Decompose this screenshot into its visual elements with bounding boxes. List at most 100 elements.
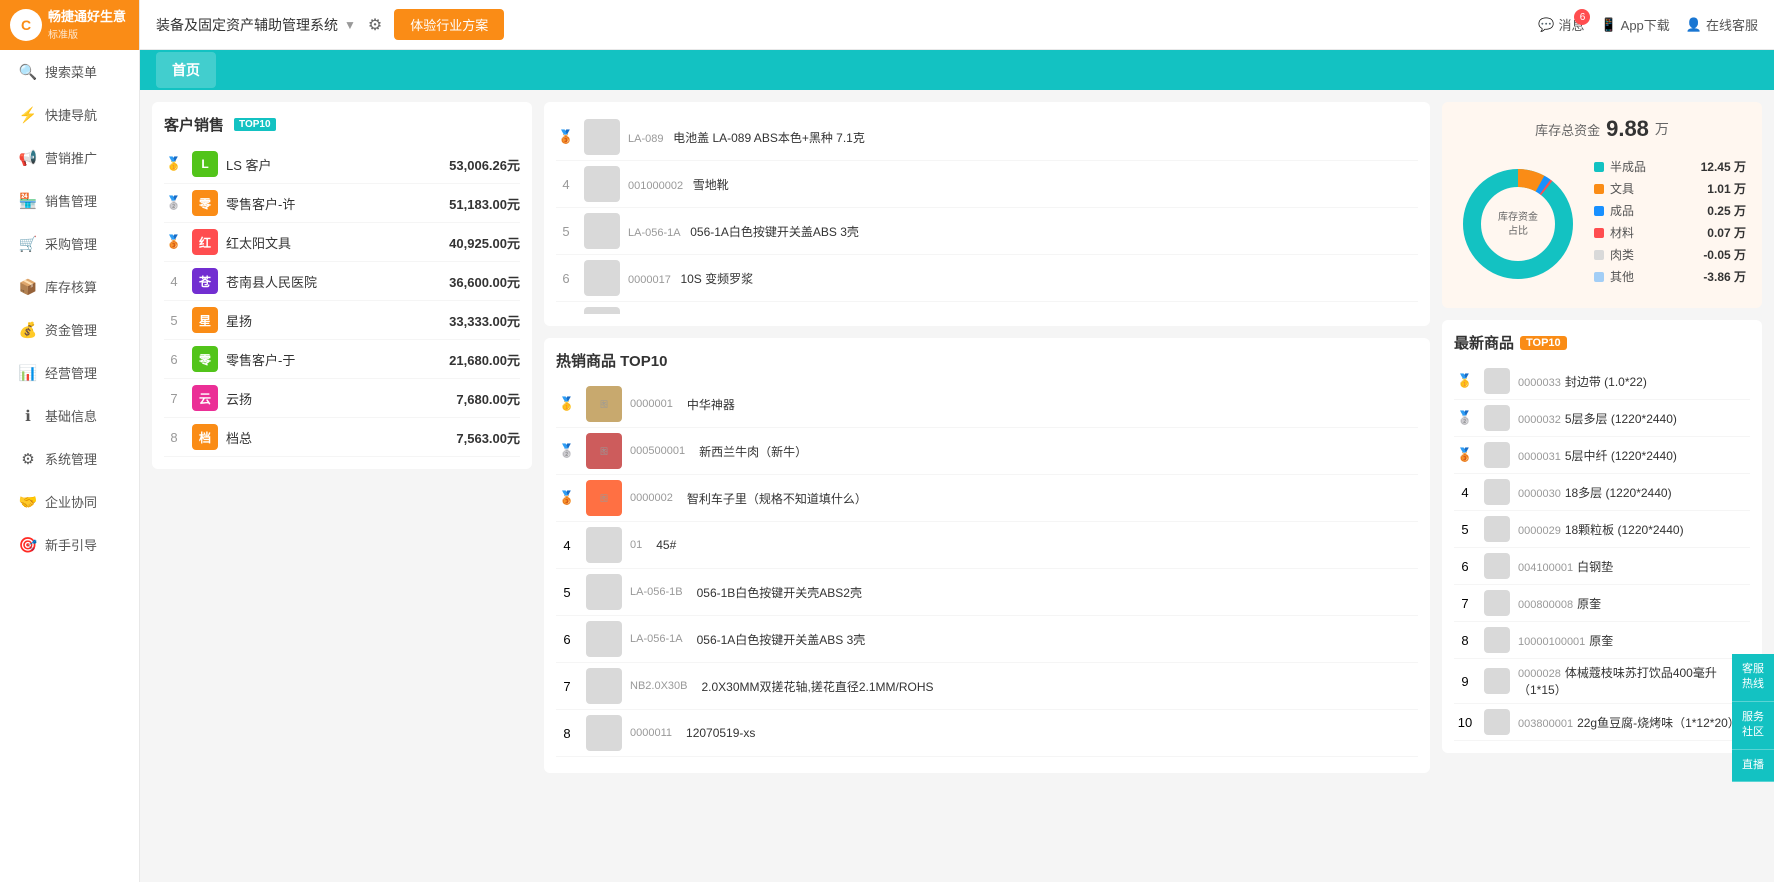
finance-icon: 💰 — [19, 321, 37, 339]
sidebar-item-quicknav[interactable]: ⚡ 快捷导航 — [0, 93, 139, 136]
message-button[interactable]: 💬 消息 6 — [1538, 15, 1584, 34]
sidebar: C 畅捷通好生意 标准版 🔍 搜索菜单 ⚡ 快捷导航 📢 营销推广 🏪 销售管理… — [0, 0, 140, 882]
legend-item: 材料 0.07 万 — [1594, 224, 1746, 241]
inventory-card: 库存总资金 9.88 万 — [1442, 102, 1762, 308]
sidebar-item-system[interactable]: ⚙ 系统管理 — [0, 437, 139, 480]
sidebar-item-label: 快捷导航 — [45, 105, 97, 124]
sidebar-item-label: 资金管理 — [45, 320, 97, 339]
hot-product-item: 6 LA-056-1A 056-1A白色按键开关盖ABS 3壳 — [556, 616, 1418, 663]
hot-product-item: 🥇 图 0000001 中华神器 — [556, 381, 1418, 428]
customer-avatar: 零 — [192, 346, 218, 372]
sidebar-item-purchase[interactable]: 🛒 采购管理 — [0, 222, 139, 265]
sidebar-item-label: 经营管理 — [45, 363, 97, 382]
sidebar-item-search[interactable]: 🔍 搜索菜单 — [0, 50, 139, 93]
message-badge: 6 — [1574, 9, 1590, 25]
donut-chart: 库存资金 占比 — [1458, 164, 1578, 284]
customer-rank-item: 🥇 L LS 客户 53,006.26元 — [164, 145, 520, 184]
new-product-img — [1484, 479, 1510, 505]
sidebar-item-basics[interactable]: ℹ 基础信息 — [0, 394, 139, 437]
message-icon: 💬 — [1538, 17, 1554, 33]
app-download-button[interactable]: 📱 App下载 — [1600, 15, 1669, 34]
collab-icon: 🤝 — [19, 493, 37, 511]
hot-product-item: 9 KK-SD22110H 花语萌恒温分腿睡袋（厚款） — [556, 757, 1418, 761]
nav-icon: ⚡ — [19, 106, 37, 124]
online-service-button[interactable]: 👤 在线客服 — [1686, 15, 1758, 34]
settings-icon[interactable]: ⚙ — [368, 15, 382, 35]
middle-panel: 🥉 LA-089 电池盖 LA-089 ABS本色+黑种 7.1克 4 0010… — [544, 102, 1430, 870]
legend-list: 半成品 12.45 万 文具 1.01 万 成品 0.25 万 — [1594, 158, 1746, 290]
live-button[interactable]: 直播 — [1732, 750, 1774, 782]
sidebar-item-marketing[interactable]: 📢 营销推广 — [0, 136, 139, 179]
legend-item: 其他 -3.86 万 — [1594, 268, 1746, 285]
sales-icon: 🏪 — [19, 192, 37, 210]
product-thumbnail — [586, 574, 622, 610]
product-thumbnail — [586, 527, 622, 563]
new-product-item: 🥈 00000325层多层 (1220*2440) — [1454, 400, 1750, 437]
sidebar-item-operations[interactable]: 📊 经营管理 — [0, 351, 139, 394]
new-product-img — [1484, 709, 1510, 735]
legend-dot — [1594, 272, 1604, 282]
product-info: 0000017 10S 变频罗浆 — [628, 270, 1418, 287]
sidebar-item-label: 基础信息 — [45, 406, 97, 425]
hot-product-item: 🥈 图 000500001 新西兰牛肉（新牛） — [556, 428, 1418, 475]
inventory-icon: 📦 — [19, 278, 37, 296]
tab-home[interactable]: 首页 — [156, 52, 216, 88]
new-product-img — [1484, 627, 1510, 653]
guide-icon: 🎯 — [19, 536, 37, 554]
product-info: LA-056-1A 056-1A白色按键开关盖ABS 3壳 — [628, 223, 1418, 240]
dropdown-icon[interactable]: ▼ — [344, 18, 356, 32]
logo-sub: 标准版 — [48, 26, 126, 41]
app-download-label: App下载 — [1621, 15, 1670, 34]
customer-rank-item: 4 苍 苍南县人民医院 36,600.00元 — [164, 262, 520, 301]
sidebar-item-label: 库存核算 — [45, 277, 97, 296]
sidebar-item-collab[interactable]: 🤝 企业协同 — [0, 480, 139, 523]
marketing-icon: 📢 — [19, 149, 37, 167]
sidebar-item-guide[interactable]: 🎯 新手引导 — [0, 523, 139, 566]
new-product-item: 🥉 00000315层中纤 (1220*2440) — [1454, 437, 1750, 474]
hot-product-item: 5 LA-056-1B 056-1B白色按键开关壳ABS2壳 — [556, 569, 1418, 616]
legend-dot — [1594, 250, 1604, 260]
new-product-img — [1484, 405, 1510, 431]
customer-service-button[interactable]: 客服 热线 — [1732, 654, 1774, 702]
svg-text:占比: 占比 — [1508, 224, 1528, 237]
legend-item: 成品 0.25 万 — [1594, 202, 1746, 219]
product-img — [584, 166, 620, 202]
new-product-img — [1484, 442, 1510, 468]
new-product-img — [1484, 668, 1510, 694]
customer-avatar: 云 — [192, 385, 218, 411]
basics-icon: ℹ — [19, 407, 37, 425]
legend-dot — [1594, 184, 1604, 194]
sidebar-item-inventory[interactable]: 📦 库存核算 — [0, 265, 139, 308]
main-area: 装备及固定资产辅助管理系统 ▼ ⚙ 体验行业方案 💬 消息 6 📱 App下载 … — [140, 0, 1774, 882]
trial-button[interactable]: 体验行业方案 — [394, 9, 504, 40]
hot-products-card: 热销商品 TOP10 🥇 图 0000001 中华神器 🥈 图 00050000… — [544, 338, 1430, 773]
sidebar-item-sales[interactable]: 🏪 销售管理 — [0, 179, 139, 222]
logo-icon: C — [10, 9, 42, 41]
customer-avatar: L — [192, 151, 218, 177]
hot-product-item: 🥉 图 0000002 智利车子里（规格不知道填什么） — [556, 475, 1418, 522]
product-thumbnail: 图 — [586, 433, 622, 469]
customer-rank-item: 8 档 档总 7,563.00元 — [164, 418, 520, 457]
svg-text:库存资金: 库存资金 — [1498, 210, 1538, 223]
rank-number: 4 — [556, 538, 578, 553]
legend-item: 文具 1.01 万 — [1594, 180, 1746, 197]
product-rank-item: 5 LA-056-1A 056-1A白色按键开关盖ABS 3壳 — [556, 208, 1418, 255]
legend-dot — [1594, 228, 1604, 238]
logo-area: C 畅捷通好生意 标准版 — [0, 0, 139, 50]
hot-products-title: 热销商品 TOP10 — [556, 350, 1418, 371]
new-products-list: 🥇 0000033封边带 (1.0*22) 🥈 00000325层多层 (122… — [1454, 363, 1750, 741]
customer-rank-item: 6 零 零售客户-于 21,680.00元 — [164, 340, 520, 379]
sidebar-item-label: 新手引导 — [45, 535, 97, 554]
system-name-area: 装备及固定资产辅助管理系统 ▼ — [156, 15, 356, 35]
product-thumbnail: 图 — [586, 386, 622, 422]
operations-icon: 📊 — [19, 364, 37, 382]
new-product-item: 4 000003018多层 (1220*2440) — [1454, 474, 1750, 511]
product-rank-item: 🥉 LA-089 电池盖 LA-089 ABS本色+黑种 7.1克 — [556, 114, 1418, 161]
header: 装备及固定资产辅助管理系统 ▼ ⚙ 体验行业方案 💬 消息 6 📱 App下载 … — [140, 0, 1774, 50]
legend-dot — [1594, 206, 1604, 216]
service-community-button[interactable]: 服务 社区 — [1732, 702, 1774, 750]
product-info: LA-089 电池盖 LA-089 ABS本色+黑种 7.1克 — [628, 129, 1418, 146]
customer-avatar: 苍 — [192, 268, 218, 294]
logo-text-area: 畅捷通好生意 标准版 — [48, 9, 126, 41]
sidebar-item-finance[interactable]: 💰 资金管理 — [0, 308, 139, 351]
